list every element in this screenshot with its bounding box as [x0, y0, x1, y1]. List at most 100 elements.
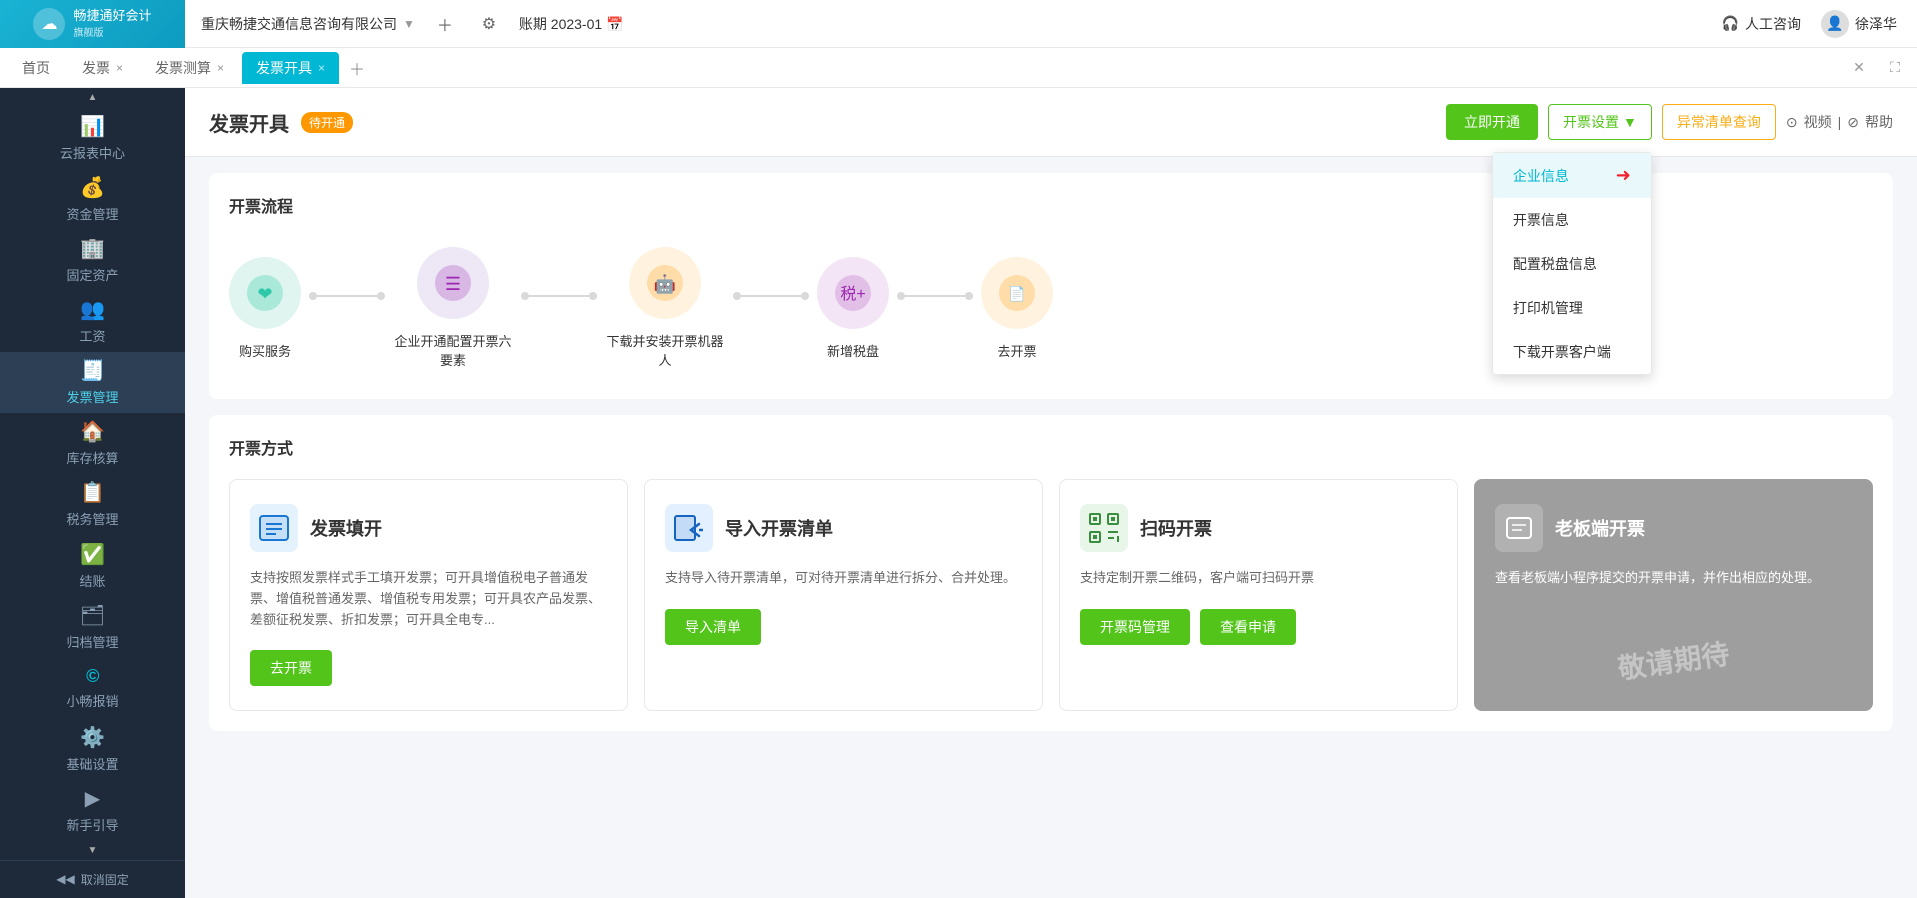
view-apply-button[interactable]: 查看申请 — [1200, 609, 1296, 645]
settings-button[interactable]: 开票设置 ▼ — [1548, 104, 1652, 140]
method-card-scan: 扫码开票 支持定制开票二维码，客户端可扫码开票 开票码管理 查看申请 — [1059, 479, 1458, 711]
flow-step-3: 🤖 下载并安装开票机器人 — [605, 247, 725, 369]
method-fill-icon — [250, 504, 298, 552]
close-window-icon[interactable]: ✕ — [1845, 54, 1873, 82]
settings-label: 开票设置 — [1563, 112, 1619, 132]
archive-icon: 🗂 — [80, 603, 105, 628]
sidebar-item-gongzi-label: 工资 — [79, 326, 105, 345]
sidebar-scroll-down[interactable]: ▼ — [0, 841, 185, 860]
sidebar-item-yunbao[interactable]: 📊 云报表中心 — [0, 107, 185, 168]
sidebar-item-fapiao-label: 发票管理 — [66, 387, 118, 406]
dropdown-item-tax-disk[interactable]: 配置税盘信息 — [1493, 242, 1651, 286]
tab-fapiao[interactable]: 发票 × — [68, 52, 137, 84]
sidebar-item-xiaochang[interactable]: © 小畅报销 — [0, 657, 185, 718]
close-icon[interactable]: × — [116, 61, 123, 75]
method-scan-icon — [1080, 504, 1128, 552]
add-icon[interactable]: ＋ — [431, 10, 459, 38]
sidebar-item-kucun[interactable]: 🏠 库存核算 — [0, 413, 185, 474]
add-tab-button[interactable]: ＋ — [343, 54, 371, 82]
building-icon: 🏢 — [80, 236, 105, 261]
sidebar-item-gudingzichan[interactable]: 🏢 固定资产 — [0, 229, 185, 290]
tab-fapiao-cesuan[interactable]: 发票测算 × — [141, 52, 238, 84]
status-badge: 待开通 — [301, 112, 353, 133]
sidebar-item-fapiao[interactable]: 🧾 发票管理 — [0, 352, 185, 413]
sidebar-item-yunbao-label: 云报表中心 — [60, 143, 125, 162]
people-icon: 👥 — [80, 297, 105, 322]
chevron-down-icon: ▼ — [403, 17, 415, 31]
top-bar: ☁ 畅捷通好会计 旗舰版 重庆畅捷交通信息咨询有限公司 ▼ ＋ ⚙ 账期 202… — [0, 0, 1917, 48]
abnormal-list-button[interactable]: 异常清单查询 — [1662, 104, 1776, 140]
avatar: 👤 — [1821, 10, 1849, 38]
sidebar-item-zijin[interactable]: 💰 资金管理 — [0, 168, 185, 229]
settings-icon[interactable]: ⚙ — [475, 10, 503, 38]
maximize-icon[interactable]: ⛶ — [1881, 54, 1909, 82]
sidebar-item-gongzi[interactable]: 👥 工资 — [0, 290, 185, 351]
c-icon: © — [86, 666, 99, 687]
sidebar-item-shuiwu-label: 税务管理 — [66, 509, 118, 528]
dropdown-item-printer[interactable]: 打印机管理 — [1493, 286, 1651, 330]
top-bar-actions: ＋ ⚙ 账期 2023-01 📅 — [431, 10, 624, 38]
dropdown-company-info-label: 企业信息 — [1513, 166, 1569, 186]
sidebar-item-guidang[interactable]: 🗂 归档管理 — [0, 596, 185, 657]
consult-label: 人工咨询 — [1745, 14, 1801, 34]
question-icon: ⊘ — [1847, 114, 1859, 131]
close-icon[interactable]: × — [217, 61, 224, 75]
sidebar-item-gudingzichan-label: 固定资产 — [66, 265, 118, 284]
sidebar-item-jichushezhi-label: 基础设置 — [66, 754, 118, 773]
flow-step-4: 税+ 新增税盘 — [817, 257, 889, 360]
method-card-boss: 老板端开票 查看老板端小程序提交的开票申请，并作出相应的处理。 敬请期待 — [1474, 479, 1873, 711]
sidebar-cancel-fixed[interactable]: ◀◀ 取消固定 — [0, 860, 185, 898]
flow-step-3-icon: 🤖 — [629, 247, 701, 319]
period-label: 账期 2023-01 📅 — [519, 14, 624, 34]
tab-bar: 首页 发票 × 发票测算 × 发票开具 × ＋ ✕ ⛶ — [0, 48, 1917, 88]
method-boss-icon — [1495, 504, 1543, 552]
sidebar-item-xinshouyindao[interactable]: ▶ 新手引导 — [0, 779, 185, 840]
sidebar-item-jiezhang[interactable]: ✅ 结账 — [0, 535, 185, 596]
sidebar-item-jichushezhi[interactable]: ⚙️ 基础设置 — [0, 718, 185, 779]
user-info[interactable]: 👤 徐泽华 — [1821, 10, 1897, 38]
headset-icon: 🎧 — [1722, 15, 1739, 32]
sidebar: ▲ 📊 云报表中心 💰 资金管理 🏢 固定资产 👥 工资 🧾 发票管理 🏠 库存… — [0, 88, 185, 898]
settings-dropdown-menu: 企业信息 ➜ 开票信息 配置税盘信息 打印机管理 下 — [1492, 152, 1652, 375]
qr-manage-button[interactable]: 开票码管理 — [1080, 609, 1190, 645]
method-boss-desc: 查看老板端小程序提交的开票申请，并作出相应的处理。 — [1495, 568, 1852, 589]
method-scan-header: 扫码开票 — [1080, 504, 1437, 552]
flow-step-5-icon: 📄 — [981, 257, 1053, 329]
method-import-desc: 支持导入待开票清单，可对待开票清单进行拆分、合并处理。 — [665, 568, 1022, 589]
svg-text:📄: 📄 — [1008, 285, 1025, 302]
tab-fapiao-cesuan-label: 发票测算 — [155, 58, 211, 78]
sidebar-item-xinshouyindao-label: 新手引导 — [66, 815, 118, 834]
methods-section-title: 开票方式 — [229, 435, 1873, 459]
tab-home[interactable]: 首页 — [8, 52, 64, 84]
fill-go-button[interactable]: 去开票 — [250, 650, 332, 686]
svg-text:❤: ❤ — [257, 283, 272, 303]
method-import-title: 导入开票清单 — [725, 515, 833, 541]
sidebar-scroll-up[interactable]: ▲ — [0, 88, 185, 107]
activate-button[interactable]: 立即开通 — [1446, 104, 1538, 140]
tab-fapiao-kaiju-label: 发票开具 — [256, 58, 312, 78]
method-card-fill: 发票填开 支持按照发票样式手工填开发票；可开具增值税电子普通发票、增值税普通发票… — [229, 479, 628, 711]
dropdown-download-client-label: 下载开票客户端 — [1513, 344, 1611, 360]
top-bar-right: 🎧 人工咨询 👤 徐泽华 — [1722, 10, 1917, 38]
content-area: 发票开具 待开通 立即开通 开票设置 ▼ 企业信息 ➜ — [185, 88, 1917, 898]
dropdown-item-invoice-info[interactable]: 开票信息 — [1493, 198, 1651, 242]
tab-fapiao-kaiju[interactable]: 发票开具 × — [242, 52, 339, 84]
consult-button[interactable]: 🎧 人工咨询 — [1722, 14, 1801, 34]
flow-connector-4 — [889, 292, 981, 324]
dropdown-item-download-client[interactable]: 下载开票客户端 — [1493, 330, 1651, 374]
page-title: 发票开具 — [209, 108, 289, 137]
sidebar-item-kucun-label: 库存核算 — [66, 448, 118, 467]
video-help-button[interactable]: ⊙ 视频 | ⊘ 帮助 — [1786, 112, 1893, 132]
tab-bar-right: ✕ ⛶ — [1845, 54, 1909, 82]
flow-step-3-label: 下载并安装开票机器人 — [605, 331, 725, 369]
sidebar-item-shuiwu[interactable]: 📋 税务管理 — [0, 474, 185, 535]
flow-step-2-label: 企业开通配置开票六要素 — [393, 331, 513, 369]
dropdown-item-company-info[interactable]: 企业信息 ➜ — [1493, 153, 1651, 198]
close-icon[interactable]: × — [318, 61, 325, 75]
company-selector[interactable]: 重庆畅捷交通信息咨询有限公司 ▼ — [201, 14, 415, 34]
flow-step-1-icon: ❤ — [229, 257, 301, 329]
logo-text-group: 畅捷通好会计 旗舰版 — [73, 8, 151, 39]
header-actions: 立即开通 开票设置 ▼ 企业信息 ➜ 开票信息 — [1446, 104, 1893, 140]
company-name: 重庆畅捷交通信息咨询有限公司 — [201, 14, 397, 34]
import-list-button[interactable]: 导入清单 — [665, 609, 761, 645]
